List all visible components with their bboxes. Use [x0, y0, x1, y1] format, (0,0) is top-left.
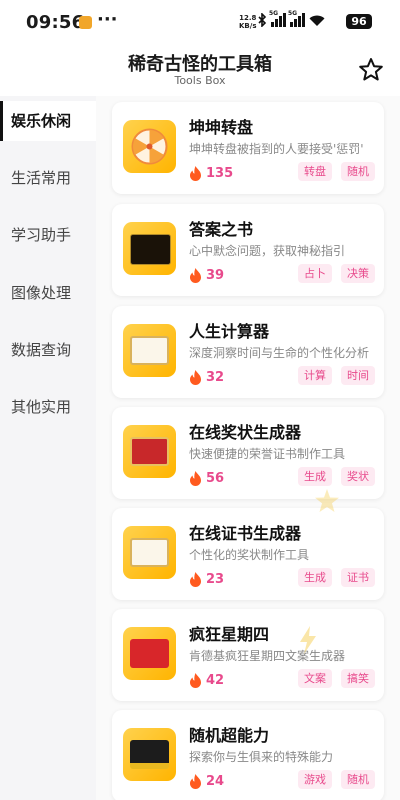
popularity-count: 135 [206, 165, 234, 181]
fire-icon [190, 165, 201, 181]
tool-card[interactable]: 疯狂星期四 肯德基疯狂星期四文案生成器 42 文案 搞笑 [112, 609, 384, 701]
tool-description: 快速便捷的荣誉证书制作工具 [189, 447, 346, 461]
sidebar-item-data-query[interactable]: 数据查询 [0, 330, 96, 370]
tool-tag: 生成 [298, 568, 332, 587]
popularity-count: 56 [206, 470, 225, 486]
fire-icon [190, 369, 201, 385]
page-title: 稀奇古怪的工具箱 [128, 54, 272, 75]
award-icon [123, 425, 176, 478]
tool-description: 肯德基疯狂星期四文案生成器 [189, 649, 346, 663]
decorative-lightning-icon [300, 626, 316, 654]
app-header: 稀奇古怪的工具箱 Tools Box [0, 44, 400, 96]
tool-tag: 游戏 [298, 770, 332, 789]
tool-card[interactable]: 在线证书生成器 个性化的奖状制作工具 23 生成 证书 [112, 508, 384, 600]
wifi-icon [309, 15, 325, 26]
signal-5g-secondary-icon: 5G [288, 10, 305, 27]
tool-tag: 文案 [298, 669, 332, 688]
popularity: 42 [189, 670, 249, 690]
decorative-star-icon [315, 489, 339, 512]
popularity: 56 [189, 468, 249, 488]
tool-card[interactable]: 随机超能力 探索你与生俱来的特殊能力 24 游戏 随机 [112, 710, 384, 800]
tool-tag: 时间 [341, 366, 375, 385]
popularity: 135 [189, 163, 249, 183]
tool-title: 随机超能力 [189, 726, 270, 745]
tool-description: 心中默念问题，获取神秘指引 [189, 244, 346, 258]
fire-icon [190, 267, 201, 283]
superpower-icon [123, 728, 176, 781]
tool-tag: 随机 [341, 162, 375, 181]
answer-book-icon [123, 222, 176, 275]
popularity-count: 39 [206, 267, 225, 283]
sidebar-item-study[interactable]: 学习助手 [0, 215, 96, 255]
sidebar-item-other[interactable]: 其他实用 [0, 387, 96, 427]
wheel-icon [123, 120, 176, 173]
tool-tag: 决策 [341, 264, 375, 283]
popularity: 23 [189, 569, 249, 589]
tool-title: 在线奖状生成器 [189, 423, 302, 442]
tool-title: 在线证书生成器 [189, 524, 302, 543]
page-subtitle: Tools Box [174, 74, 226, 87]
sidebar-item-image[interactable]: 图像处理 [0, 273, 96, 313]
popularity-count: 23 [206, 571, 225, 587]
popularity: 24 [189, 771, 249, 791]
crazy-thursday-icon [123, 627, 176, 680]
tool-description: 坤坤转盘被指到的人要接受'惩罚' [189, 142, 364, 156]
tool-list: 坤坤转盘 坤坤转盘被指到的人要接受'惩罚' 135 转盘 随机 答案之书 心中默… [96, 96, 400, 800]
fire-icon [190, 672, 201, 688]
tool-card[interactable]: 答案之书 心中默念问题，获取神秘指引 39 占卜 决策 [112, 204, 384, 296]
network-speed: 12.8 KB/s [239, 14, 256, 30]
sidebar-item-daily-life[interactable]: 生活常用 [0, 158, 96, 198]
tool-description: 深度洞察时间与生命的个性化分析 [189, 346, 370, 360]
popularity-count: 24 [206, 773, 225, 789]
tool-tag: 占卜 [298, 264, 332, 283]
favorite-star-icon[interactable] [357, 56, 385, 84]
popularity: 32 [189, 367, 249, 387]
sidebar-item-entertainment[interactable]: 娱乐休闲 [0, 101, 96, 141]
tool-title: 答案之书 [189, 220, 254, 239]
status-bar: 09:56 ··· 12.8 KB/s 5G 5G 96 [0, 0, 400, 44]
tool-tag: 证书 [341, 568, 375, 587]
network-speed-unit: KB/s [239, 22, 257, 30]
fire-icon [190, 470, 201, 486]
app-notification-icon [79, 16, 92, 29]
tool-title: 疯狂星期四 [189, 625, 270, 644]
tool-card[interactable]: 人生计算器 深度洞察时间与生命的个性化分析 32 计算 时间 [112, 306, 384, 398]
more-notifications-icon: ··· [97, 9, 118, 30]
tool-tag: 随机 [341, 770, 375, 789]
popularity-count: 32 [206, 369, 225, 385]
tool-tag: 计算 [298, 366, 332, 385]
battery-icon: 96 [346, 14, 372, 29]
fire-icon [190, 571, 201, 587]
certificate-icon [123, 526, 176, 579]
tool-tag: 生成 [298, 467, 332, 486]
network-speed-value: 12.8 [239, 14, 257, 22]
popularity: 39 [189, 265, 249, 285]
bluetooth-icon [258, 13, 267, 27]
status-icons: 5G 5G [258, 10, 325, 27]
certificate-icon [123, 324, 176, 377]
tool-title: 坤坤转盘 [189, 118, 254, 137]
tool-tag: 转盘 [298, 162, 332, 181]
popularity-count: 42 [206, 672, 225, 688]
signal-5g-icon: 5G [269, 10, 286, 27]
tool-title: 人生计算器 [189, 322, 270, 341]
fire-icon [190, 773, 201, 789]
tool-description: 探索你与生俱来的特殊能力 [189, 750, 334, 764]
tool-card[interactable]: 在线奖状生成器 快速便捷的荣誉证书制作工具 56 生成 奖状 [112, 407, 384, 499]
status-time: 09:56 [26, 12, 85, 33]
tool-tag: 奖状 [341, 467, 375, 486]
tool-description: 个性化的奖状制作工具 [189, 548, 310, 562]
tool-card[interactable]: 坤坤转盘 坤坤转盘被指到的人要接受'惩罚' 135 转盘 随机 [112, 102, 384, 194]
tool-tag: 搞笑 [341, 669, 375, 688]
category-sidebar: 娱乐休闲 生活常用 学习助手 图像处理 数据查询 其他实用 [0, 96, 96, 800]
